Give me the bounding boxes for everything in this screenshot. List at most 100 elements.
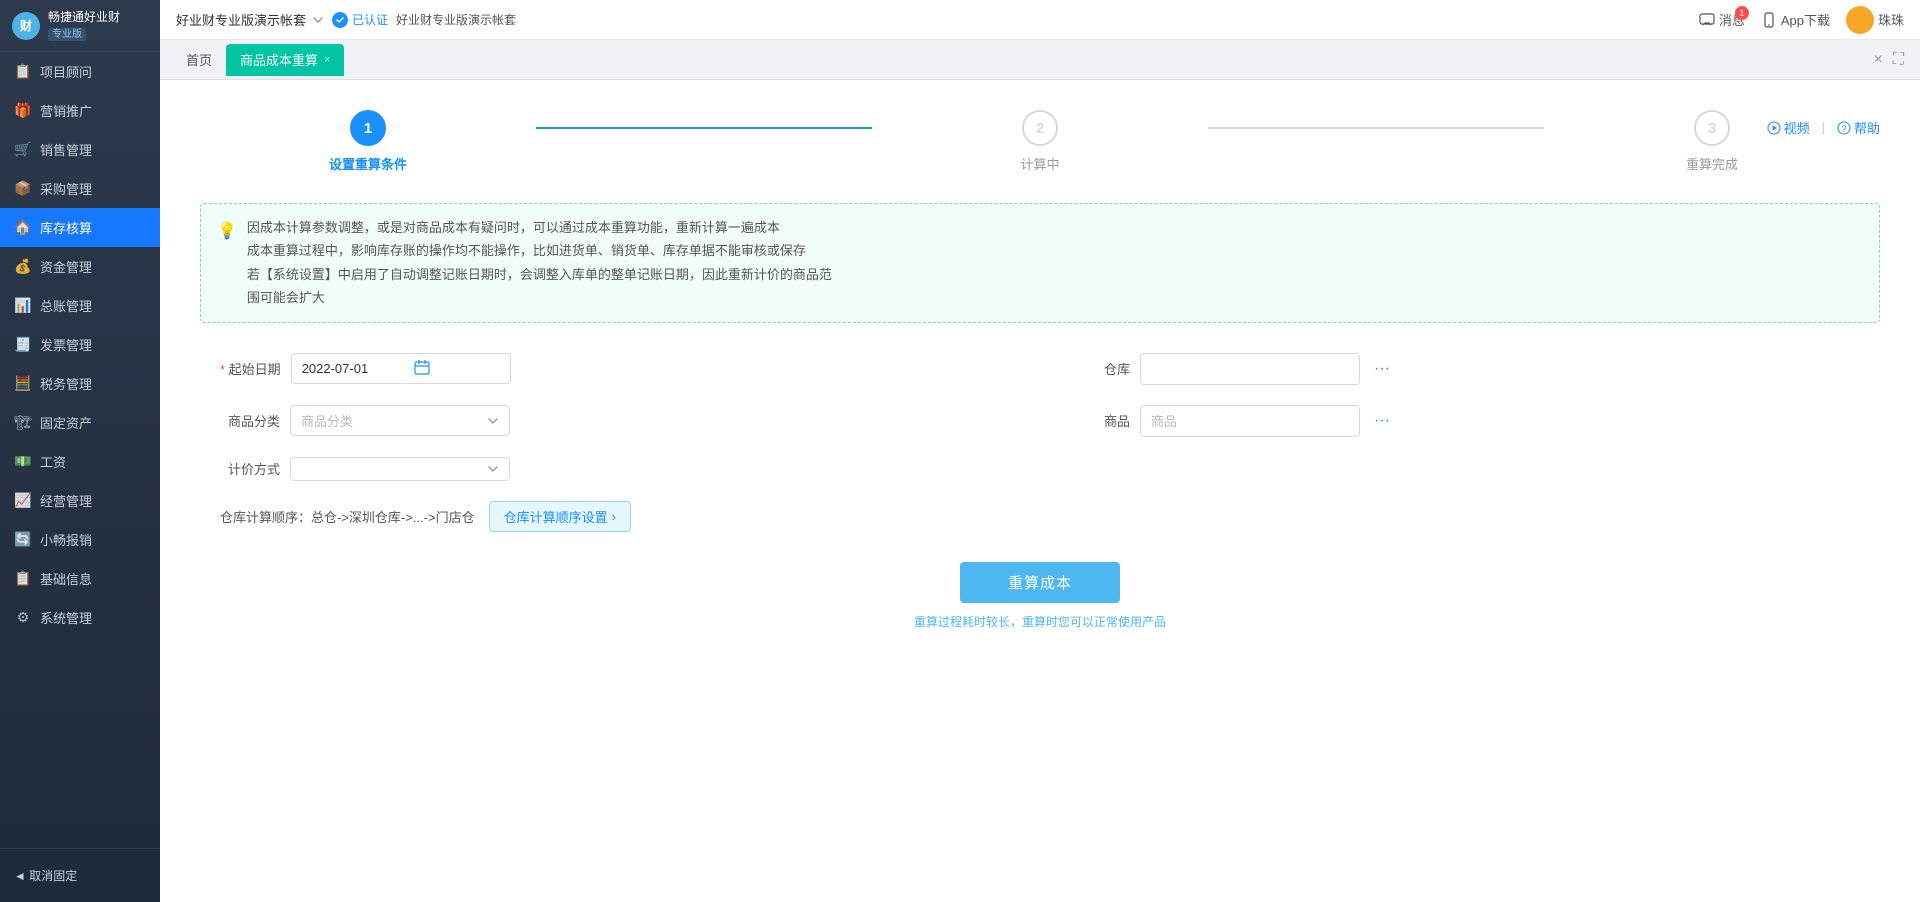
app-download-button[interactable]: App下载	[1761, 10, 1830, 29]
tax-icon: 🧮	[14, 375, 32, 393]
category-chevron-icon	[487, 415, 499, 427]
capital-icon: 💰	[14, 258, 32, 276]
category-select[interactable]: 商品分类	[290, 405, 510, 436]
start-date-input[interactable]: 2022-07-01	[291, 353, 511, 384]
video-button[interactable]: 视频	[1767, 118, 1810, 137]
info-box: 💡 因成本计算参数调整，或是对商品成本有疑问时，可以通过成本重算功能，重新计算一…	[200, 203, 1880, 323]
sidebar-logo: 财 畅捷通好业财 专业版	[0, 0, 160, 52]
user-avatar	[1846, 6, 1874, 34]
step-2-label: 计算中	[1020, 154, 1059, 173]
step-2-circle: 2	[1022, 110, 1058, 146]
step-1-label: 设置重算条件	[329, 154, 407, 173]
user-name-label: 珠珠	[1878, 10, 1904, 29]
window-expand-button[interactable]: ⛶	[1893, 51, 1904, 69]
topbar-verified: 已认证 好业财专业版演示帐套	[332, 11, 516, 28]
help-button[interactable]: ? 帮助	[1837, 118, 1880, 137]
user-avatar-area[interactable]: 珠珠	[1846, 6, 1904, 34]
app-logo-text: 畅捷通好业财 专业版	[48, 10, 120, 41]
product-label: 商品	[1070, 411, 1130, 430]
topbar-account[interactable]: 好业财专业版演示帐套	[176, 10, 324, 29]
step-1: 1 设置重算条件	[200, 110, 536, 173]
svg-text:?: ?	[1841, 124, 1846, 134]
form-area: 起始日期 2022-07-01 仓库 ···	[200, 353, 1880, 532]
warehouse-input[interactable]	[1140, 353, 1360, 385]
product-field: 商品 商品 ···	[1070, 405, 1860, 437]
sidebar-item-accounting[interactable]: 📊 总账管理	[0, 286, 160, 325]
warehouse-more-button[interactable]: ···	[1370, 360, 1394, 378]
start-date-field: 起始日期 2022-07-01	[220, 353, 1010, 384]
sidebar-item-payroll[interactable]: 💵 工资	[0, 442, 160, 481]
payroll-icon: 💵	[14, 453, 32, 471]
info-bulb-icon: 💡	[217, 218, 237, 310]
invoice-icon: 🧾	[14, 336, 32, 354]
info-box-text: 因成本计算参数调整，或是对商品成本有疑问时，可以通过成本重算功能，重新计算一遍成…	[247, 216, 832, 310]
sidebar-item-project[interactable]: 📋 项目顾问	[0, 52, 160, 91]
sidebar: 财 畅捷通好业财 专业版 📋 项目顾问 🎁 营销推广 🛒 销售管理 📦 采购管理…	[0, 0, 160, 902]
category-label: 商品分类	[220, 411, 280, 430]
content-area: 1 设置重算条件 2 计算中 3 重算完成	[160, 80, 1920, 902]
verified-icon	[332, 12, 348, 28]
system-icon: ⚙	[14, 609, 32, 627]
play-icon	[1767, 121, 1781, 135]
form-row-2: 商品分类 商品分类 商品 商品 ···	[220, 405, 1860, 437]
expense-icon: 🔄	[14, 531, 32, 549]
tab-cost-recalc[interactable]: 商品成本重算 ×	[226, 44, 344, 76]
sidebar-item-purchase[interactable]: 📦 采购管理	[0, 169, 160, 208]
assets-icon: 🏗	[14, 414, 32, 432]
sidebar-bottom: ◄ 取消固定	[0, 848, 160, 902]
verified-label: 已认证	[352, 11, 388, 28]
start-date-label: 起始日期	[220, 359, 281, 378]
window-controls: × ⛶	[1873, 40, 1904, 80]
warehouse-order-label: 仓库计算顺序：总仓->深圳仓库->...->门店仓	[220, 507, 475, 526]
category-field: 商品分类 商品分类	[220, 405, 1010, 436]
sidebar-item-assets[interactable]: 🏗 固定资产	[0, 403, 160, 442]
form-row-3: 计价方式	[220, 457, 1860, 481]
tabbar: 首页 商品成本重算 × × ⛶	[160, 40, 1920, 80]
sidebar-item-inventory[interactable]: 🏠 库存核算	[0, 208, 160, 247]
step-3-circle: 3	[1694, 110, 1730, 146]
sidebar-nav: 📋 项目顾问 🎁 营销推广 🛒 销售管理 📦 采购管理 🏠 库存核算 💰 资金管…	[0, 52, 160, 848]
window-close-button[interactable]: ×	[1873, 51, 1882, 69]
sidebar-item-tax[interactable]: 🧮 税务管理	[0, 364, 160, 403]
verified-desc: 好业财专业版演示帐套	[396, 11, 516, 28]
sidebar-item-expense[interactable]: 🔄 小畅报销	[0, 520, 160, 559]
sidebar-item-marketing[interactable]: 🎁 营销推广	[0, 91, 160, 130]
project-icon: 📋	[14, 63, 32, 81]
dropdown-chevron-icon	[312, 14, 324, 26]
tab-close-icon[interactable]: ×	[324, 54, 330, 66]
pricing-field: 计价方式	[220, 457, 1010, 481]
phone-icon	[1761, 12, 1777, 28]
basic-icon: 📋	[14, 570, 32, 588]
pricing-chevron-icon	[487, 463, 499, 475]
messages-button[interactable]: 消息 1	[1699, 10, 1745, 29]
sidebar-item-operations[interactable]: 📈 经营管理	[0, 481, 160, 520]
inventory-icon: 🏠	[14, 219, 32, 237]
operations-icon: 📈	[14, 492, 32, 510]
sidebar-item-capital[interactable]: 💰 资金管理	[0, 247, 160, 286]
recalc-button[interactable]: 重算成本	[960, 562, 1120, 603]
sidebar-item-invoice[interactable]: 🧾 发票管理	[0, 325, 160, 364]
product-input[interactable]: 商品	[1140, 405, 1360, 437]
warehouse-field: 仓库 ···	[1070, 353, 1860, 385]
pricing-select[interactable]	[290, 457, 510, 481]
step-line-2	[1208, 127, 1544, 129]
sidebar-item-system[interactable]: ⚙ 系统管理	[0, 598, 160, 637]
sidebar-unpin-button[interactable]: ◄ 取消固定	[0, 857, 160, 894]
account-name-label: 好业财专业版演示帐套	[176, 10, 306, 29]
sidebar-item-sales[interactable]: 🛒 销售管理	[0, 130, 160, 169]
step-2: 2 计算中	[872, 110, 1208, 173]
stepbar: 1 设置重算条件 2 计算中 3 重算完成	[200, 110, 1880, 173]
warehouse-order-settings-button[interactable]: 仓库计算顺序设置 ›	[489, 501, 631, 532]
calendar-icon[interactable]	[414, 359, 430, 378]
tab-home[interactable]: 首页	[172, 44, 226, 76]
main-area: 好业财专业版演示帐套 已认证 好业财专业版演示帐套 消息 1 App下载	[160, 0, 1920, 902]
product-more-button[interactable]: ···	[1370, 412, 1394, 430]
message-icon	[1699, 12, 1715, 28]
notification-badge-count: 1	[1735, 6, 1749, 20]
recalc-area: 重算成本 重算过程耗时较长，重算时您可以正常使用产品	[200, 562, 1880, 630]
sidebar-item-basic[interactable]: 📋 基础信息	[0, 559, 160, 598]
warehouse-order-row: 仓库计算顺序：总仓->深圳仓库->...->门店仓 仓库计算顺序设置 ›	[220, 501, 1860, 532]
warehouse-label: 仓库	[1070, 359, 1130, 378]
accounting-icon: 📊	[14, 297, 32, 315]
step-1-circle: 1	[350, 110, 386, 146]
